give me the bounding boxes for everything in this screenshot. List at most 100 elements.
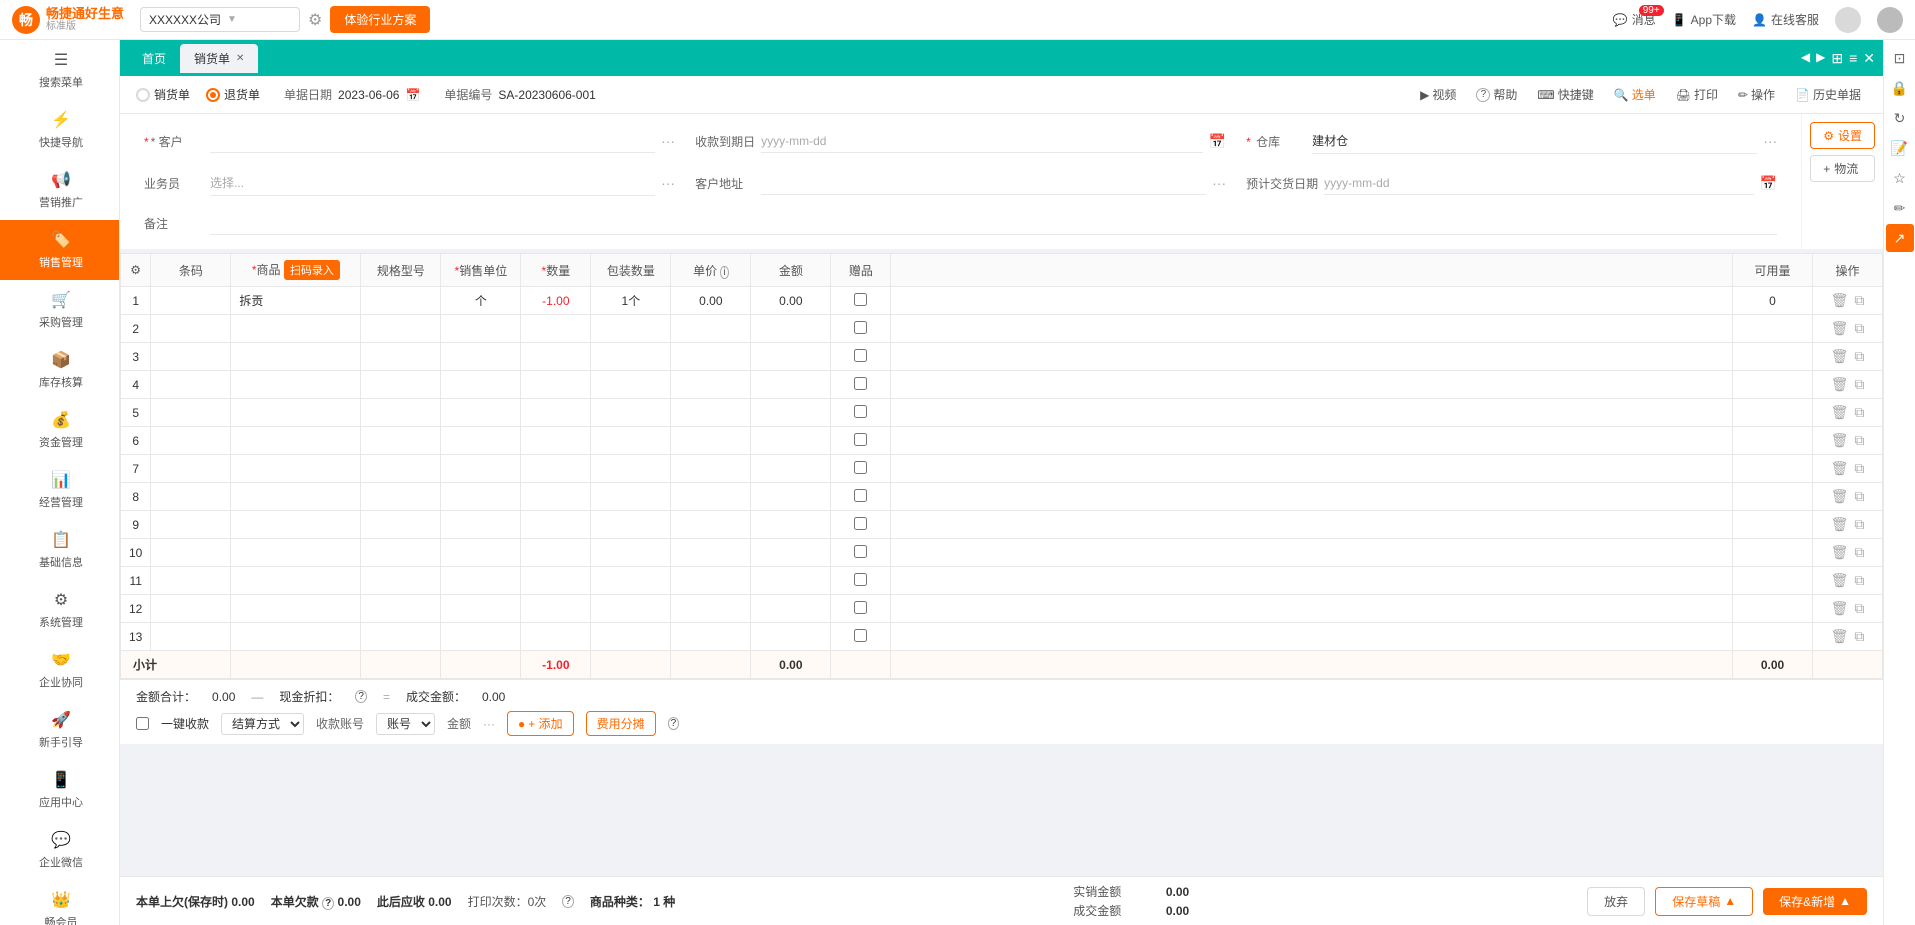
settlement-method-select[interactable]: 结算方式	[221, 713, 304, 735]
row-pack-qty[interactable]	[591, 483, 671, 511]
row-unit-price[interactable]	[671, 511, 751, 539]
row-amount[interactable]	[751, 483, 831, 511]
row-barcode[interactable]	[151, 343, 231, 371]
row-remark[interactable]	[891, 483, 1733, 511]
row-unit[interactable]	[441, 595, 521, 623]
app-download-btn[interactable]: 📱 App下载	[1672, 11, 1736, 28]
row-delete-icon[interactable]: 🗑	[1831, 348, 1849, 365]
tab-close-all-icon[interactable]: ✕	[1863, 50, 1875, 67]
discard-button[interactable]: 放弃	[1587, 887, 1645, 916]
float-note-btn[interactable]: 📝	[1886, 134, 1914, 162]
row-remark[interactable]	[891, 511, 1733, 539]
radio-return[interactable]: 退货单	[206, 86, 260, 103]
row-remark[interactable]	[891, 623, 1733, 651]
total-owe-info-icon[interactable]: ?	[322, 897, 334, 910]
help-btn[interactable]: ? 帮助	[1470, 84, 1523, 105]
float-share-btn[interactable]: ↗	[1886, 224, 1914, 252]
row-copy-icon[interactable]: ⧉	[1854, 572, 1864, 589]
row-remark[interactable]	[891, 315, 1733, 343]
print-btn[interactable]: 🖨 打印	[1670, 84, 1724, 105]
tab-next-icon[interactable]: ▶	[1816, 50, 1825, 67]
row-gift[interactable]	[831, 343, 891, 371]
row-product[interactable]	[231, 315, 361, 343]
row-qty[interactable]	[521, 483, 591, 511]
gear-icon[interactable]: ⚙	[308, 10, 322, 30]
scan-barcode-button[interactable]: 扫码录入	[284, 260, 340, 280]
expected-delivery-input[interactable]: yyyy-mm-dd	[1324, 172, 1754, 195]
row-delete-icon[interactable]: 🗑	[1831, 404, 1849, 421]
addr-more-icon[interactable]: ···	[1212, 175, 1226, 191]
row-unit-price[interactable]	[671, 427, 751, 455]
sidebar-item-sys[interactable]: ⚙ 系统管理	[0, 580, 119, 640]
row-delete-icon[interactable]: 🗑	[1831, 628, 1849, 645]
row-delete-icon[interactable]: 🗑	[1831, 544, 1849, 561]
row-amount[interactable]	[751, 371, 831, 399]
fee-split-info-icon[interactable]: ?	[668, 717, 680, 730]
row-delete-icon[interactable]: 🗑	[1831, 572, 1849, 589]
row-gift[interactable]	[831, 455, 891, 483]
row-barcode[interactable]	[151, 623, 231, 651]
row-spec[interactable]	[361, 343, 441, 371]
row-copy-icon[interactable]: ⧉	[1854, 600, 1864, 617]
row-pack-qty[interactable]	[591, 315, 671, 343]
row-unit[interactable]: 个	[441, 287, 521, 315]
float-refresh-btn[interactable]: ↻	[1886, 104, 1914, 132]
sidebar-item-marketing[interactable]: 📢 营销推广	[0, 160, 119, 220]
warehouse-input[interactable]: 建材仓	[1312, 128, 1757, 154]
sidebar-item-guide[interactable]: 🚀 新手引导	[0, 700, 119, 760]
row-qty[interactable]	[521, 427, 591, 455]
sidebar-item-purchase-mgmt[interactable]: 🛒 采购管理	[0, 280, 119, 340]
row-unit-price[interactable]: 0.00	[671, 287, 751, 315]
row-qty[interactable]	[521, 371, 591, 399]
shortcut-btn[interactable]: ⌨ 快捷键	[1531, 84, 1599, 105]
row-product[interactable]	[231, 483, 361, 511]
history-btn[interactable]: 📄 历史单据	[1789, 84, 1867, 105]
row-spec[interactable]	[361, 371, 441, 399]
row-barcode[interactable]	[151, 315, 231, 343]
row-barcode[interactable]	[151, 287, 231, 315]
tab-close-icon[interactable]: ✕	[236, 53, 244, 64]
row-product[interactable]	[231, 343, 361, 371]
row-amount[interactable]	[751, 455, 831, 483]
salesperson-input[interactable]: 选择...	[210, 170, 655, 196]
sidebar-item-enterprise[interactable]: 🤝 企业协同	[0, 640, 119, 700]
customer-more-icon[interactable]: ···	[661, 133, 675, 149]
row-amount[interactable]	[751, 399, 831, 427]
row-copy-icon[interactable]: ⧉	[1854, 292, 1864, 309]
row-pack-qty[interactable]	[591, 623, 671, 651]
tab-grid-icon[interactable]: ⊞	[1831, 50, 1843, 67]
row-delete-icon[interactable]: 🗑	[1831, 292, 1849, 309]
row-pack-qty[interactable]	[591, 371, 671, 399]
row-spec[interactable]	[361, 399, 441, 427]
row-delete-icon[interactable]: 🗑	[1831, 376, 1849, 393]
row-pack-qty[interactable]	[591, 595, 671, 623]
row-spec[interactable]	[361, 315, 441, 343]
row-spec[interactable]	[361, 595, 441, 623]
row-unit-price[interactable]	[671, 455, 751, 483]
sidebar-item-inventory[interactable]: 📦 库存核算	[0, 340, 119, 400]
row-spec[interactable]	[361, 511, 441, 539]
row-qty[interactable]	[521, 511, 591, 539]
row-qty[interactable]: -1.00	[521, 287, 591, 315]
row-gift[interactable]	[831, 315, 891, 343]
row-qty[interactable]	[521, 595, 591, 623]
tab-sales-order[interactable]: 销货单 ✕	[180, 44, 258, 73]
row-unit-price[interactable]	[671, 623, 751, 651]
row-qty[interactable]	[521, 343, 591, 371]
row-remark[interactable]	[891, 371, 1733, 399]
account-select[interactable]: 账号	[376, 713, 435, 735]
row-unit-price[interactable]	[671, 539, 751, 567]
radio-sales[interactable]: 销货单	[136, 86, 190, 103]
row-amount[interactable]	[751, 623, 831, 651]
row-unit[interactable]	[441, 539, 521, 567]
row-unit[interactable]	[441, 623, 521, 651]
row-spec[interactable]	[361, 427, 441, 455]
row-unit[interactable]	[441, 567, 521, 595]
row-product[interactable]	[231, 623, 361, 651]
row-copy-icon[interactable]: ⧉	[1854, 488, 1864, 505]
row-product[interactable]	[231, 539, 361, 567]
row-spec[interactable]	[361, 539, 441, 567]
avatar[interactable]	[1835, 7, 1861, 33]
row-unit-price[interactable]	[671, 399, 751, 427]
row-amount[interactable]	[751, 595, 831, 623]
